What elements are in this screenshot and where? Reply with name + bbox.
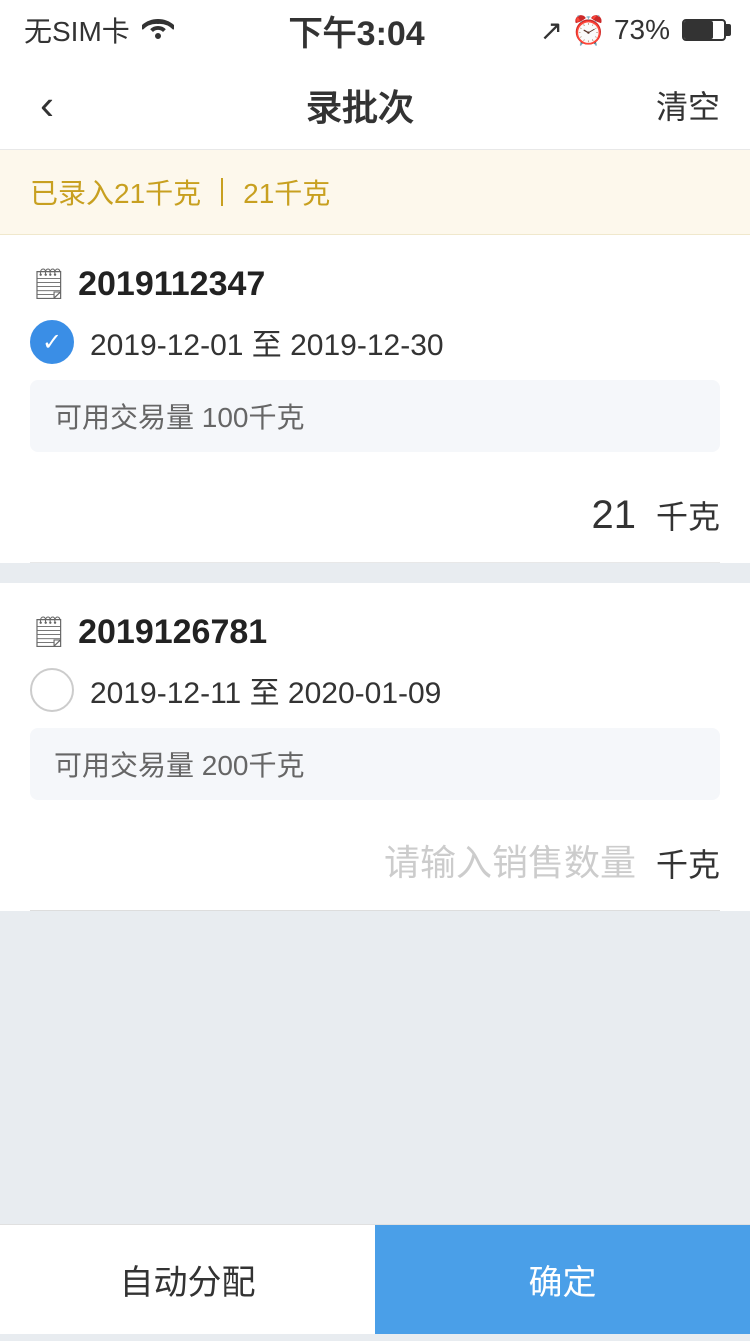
batch-date-row-2: 2019-12-11 至 2020-01-09 [30,668,720,712]
batch-date-1: 2019-12-01 至 2019-12-30 [90,320,444,364]
batch-header-2: 🗒 2019126781 [30,613,720,652]
batch-date-row-1: ✓ 2019-12-01 至 2019-12-30 [30,320,720,364]
available-text-2: 可用交易量 200千克 [54,750,305,781]
location-icon: ↗ [540,14,563,47]
sim-signal: 无SIM卡 [24,10,130,50]
alarm-icon: ⏰ [571,14,606,47]
recorded-value: 21千克 [243,172,330,212]
quantity-value-1: 21 [591,493,636,538]
info-divider [221,178,223,206]
status-left: 无SIM卡 [24,10,174,50]
available-box-2: 可用交易量 200千克 [30,728,720,800]
quantity-input-2[interactable] [236,842,636,884]
battery-icon [682,19,726,41]
page-title: 录批次 [306,79,414,131]
batch-card-2[interactable]: 🗒 2019126781 2019-12-11 至 2020-01-09 可用交… [0,583,750,911]
available-box-1: 可用交易量 100千克 [30,380,720,452]
quantity-unit-2: 千克 [656,840,720,886]
batch-header-1: 🗒 2019112347 [30,265,720,304]
status-time: 下午3:04 [289,6,425,55]
radio-1[interactable]: ✓ [30,320,74,364]
nav-bar: ‹ 录批次 清空 [0,60,750,150]
check-icon-1: ✓ [42,328,62,357]
batch-icon-1: 🗒 [30,267,68,302]
recorded-label: 已录入21千克 [30,172,201,212]
available-text-1: 可用交易量 100千克 [54,402,305,433]
batch-card-1[interactable]: 🗒 2019112347 ✓ 2019-12-01 至 2019-12-30 可… [0,235,750,563]
wifi-icon [142,14,174,46]
bottom-bar: 自动分配 确定 [0,1224,750,1334]
radio-2[interactable] [30,668,74,712]
section-separator [0,563,750,583]
battery-percent: 73% [614,14,670,46]
quantity-unit-1: 千克 [656,492,720,538]
quantity-input-row-2[interactable]: 千克 [30,816,720,911]
info-banner: 已录入21千克 21千克 [0,150,750,235]
status-right: ↗ ⏰ 73% [540,14,726,47]
auto-distribute-button[interactable]: 自动分配 [0,1225,375,1334]
confirm-button[interactable]: 确定 [375,1225,750,1334]
clear-button[interactable]: 清空 [656,82,720,128]
back-button[interactable]: ‹ [30,71,64,139]
batch-icon-2: 🗒 [30,615,68,650]
status-bar: 无SIM卡 下午3:04 ↗ ⏰ 73% [0,0,750,60]
batch-id-2: 2019126781 [78,613,267,652]
batch-id-1: 2019112347 [78,265,265,304]
batch-date-2: 2019-12-11 至 2020-01-09 [90,668,441,712]
quantity-row-1: 21 千克 [30,468,720,563]
